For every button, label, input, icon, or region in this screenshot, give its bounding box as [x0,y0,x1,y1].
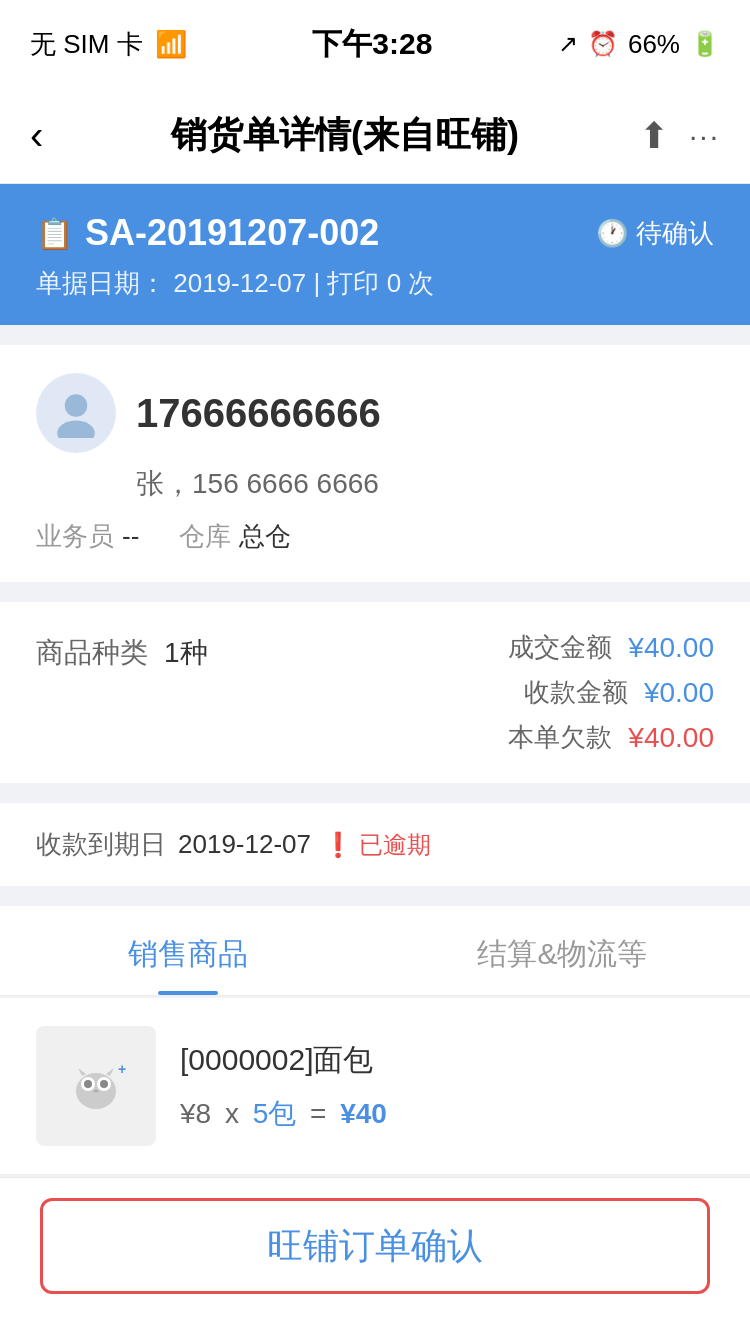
status-left: 无 SIM 卡 📶 [30,27,187,62]
order-status-badge: 🕐 待确认 [596,216,714,251]
tab-settlement[interactable]: 结算&物流等 [375,906,750,995]
status-right: ↗ ⏰ 66% 🔋 [558,29,720,60]
customer-row: 17666666666 [36,373,714,453]
customer-name: 张，156 6666 6666 [36,465,714,503]
multiply-sign: x [225,1098,239,1129]
due-date-value: 2019-12-07 [178,829,311,860]
due-date-label: 收款到期日 [36,827,166,862]
svg-point-6 [100,1080,108,1088]
battery-icon: 🔋 [690,30,720,58]
sales-label: 业务员 [36,519,114,554]
customer-meta: 业务员 -- 仓库 总仓 [36,519,714,554]
svg-point-0 [65,394,88,417]
status-bar: 无 SIM 卡 📶 下午3:28 ↗ ⏰ 66% 🔋 [0,0,750,88]
nav-actions: ⬆ ··· [600,115,720,157]
carrier-text: 无 SIM 卡 [30,27,143,62]
summary-left: 商品种类 1种 [36,630,208,672]
product-info: [0000002]面包 ¥8 x 5包 = ¥40 [180,1040,714,1133]
share-icon[interactable]: ⬆ [639,115,669,157]
confirm-order-button[interactable]: 旺铺订单确认 [40,1198,710,1294]
date-label: 单据日期： [36,268,166,298]
status-time: 下午3:28 [312,24,432,65]
received-row: 收款金额 ¥0.00 [524,675,714,710]
print-label: | 打印 [313,268,379,298]
nav-bar: ‹ 销货单详情(来自旺铺) ⬆ ··· [0,88,750,184]
warehouse-item: 仓库 总仓 [179,519,291,554]
received-value: ¥0.00 [644,677,714,709]
page-title: 销货单详情(来自旺铺) [90,111,600,160]
product-type-label: 商品种类 [36,634,148,672]
tab-sales-label: 销售商品 [128,937,248,970]
svg-text:+: + [118,1061,126,1077]
product-type-value: 1种 [164,634,208,672]
received-label: 收款金额 [524,675,628,710]
order-date-row: 单据日期： 2019-12-07 | 打印 0 次 [36,266,714,301]
battery-text: 66% [628,29,680,60]
tab-sales-products[interactable]: 销售商品 [0,906,375,995]
svg-marker-9 [106,1068,114,1076]
sales-item: 业务员 -- [36,519,139,554]
order-header-card: 📋 SA-20191207-002 🕐 待确认 单据日期： 2019-12-07… [0,184,750,325]
warehouse-label: 仓库 [179,519,231,554]
tab-settlement-label: 结算&物流等 [477,937,647,970]
confirm-button-label: 旺铺订单确认 [267,1222,483,1271]
total-price: ¥40 [340,1098,387,1129]
product-item: + [0000002]面包 ¥8 x 5包 = ¥40 [0,998,750,1175]
due-date-card: 收款到期日 2019-12-07 ❗ 已逾期 [0,803,750,886]
warehouse-value: 总仓 [239,519,291,554]
product-thumbnail: + [36,1026,156,1146]
owed-value: ¥40.00 [628,722,714,754]
order-doc-icon: 📋 [36,216,73,251]
order-number-text: SA-20191207-002 [85,212,379,254]
transaction-value: ¥40.00 [628,632,714,664]
bottom-bar: 旺铺订单确认 [0,1177,750,1334]
status-text: 待确认 [636,216,714,251]
customer-avatar [36,373,116,453]
print-unit: 次 [408,268,434,298]
order-date-value: 2019-12-07 [173,268,306,298]
overdue-text: 已逾期 [359,829,431,861]
customer-phone: 17666666666 [136,391,381,436]
tabs-container: 销售商品 结算&物流等 [0,906,750,996]
overdue-icon: ❗ [323,831,353,859]
owed-row: 本单欠款 ¥40.00 [508,720,714,755]
equals-sign: = [310,1098,326,1129]
unit-price: ¥8 [180,1098,211,1129]
clock-icon: 🕐 [596,218,628,249]
transaction-row: 成交金额 ¥40.00 [508,630,714,665]
owed-label: 本单欠款 [508,720,612,755]
product-section: + [0000002]面包 ¥8 x 5包 = ¥40 [0,998,750,1175]
alarm-icon: ⏰ [588,30,618,58]
summary-right: 成交金额 ¥40.00 收款金额 ¥0.00 本单欠款 ¥40.00 [508,630,714,755]
svg-point-1 [57,421,95,439]
summary-card: 商品种类 1种 成交金额 ¥40.00 收款金额 ¥0.00 本单欠款 ¥40.… [0,602,750,783]
order-number-row: 📋 SA-20191207-002 [36,212,379,254]
wifi-icon: 📶 [155,29,187,60]
transaction-label: 成交金额 [508,630,612,665]
more-icon[interactable]: ··· [689,119,720,153]
quantity: 5包 [253,1098,297,1129]
svg-point-4 [84,1080,92,1088]
location-icon: ↗ [558,30,578,58]
overdue-badge: ❗ 已逾期 [323,829,431,861]
product-name: [0000002]面包 [180,1040,714,1081]
svg-marker-8 [78,1068,86,1076]
product-price-row: ¥8 x 5包 = ¥40 [180,1095,714,1133]
back-button[interactable]: ‹ [30,113,90,158]
customer-card: 17666666666 张，156 6666 6666 业务员 -- 仓库 总仓 [0,345,750,582]
sales-value: -- [122,521,139,552]
print-count: 0 [387,268,401,298]
